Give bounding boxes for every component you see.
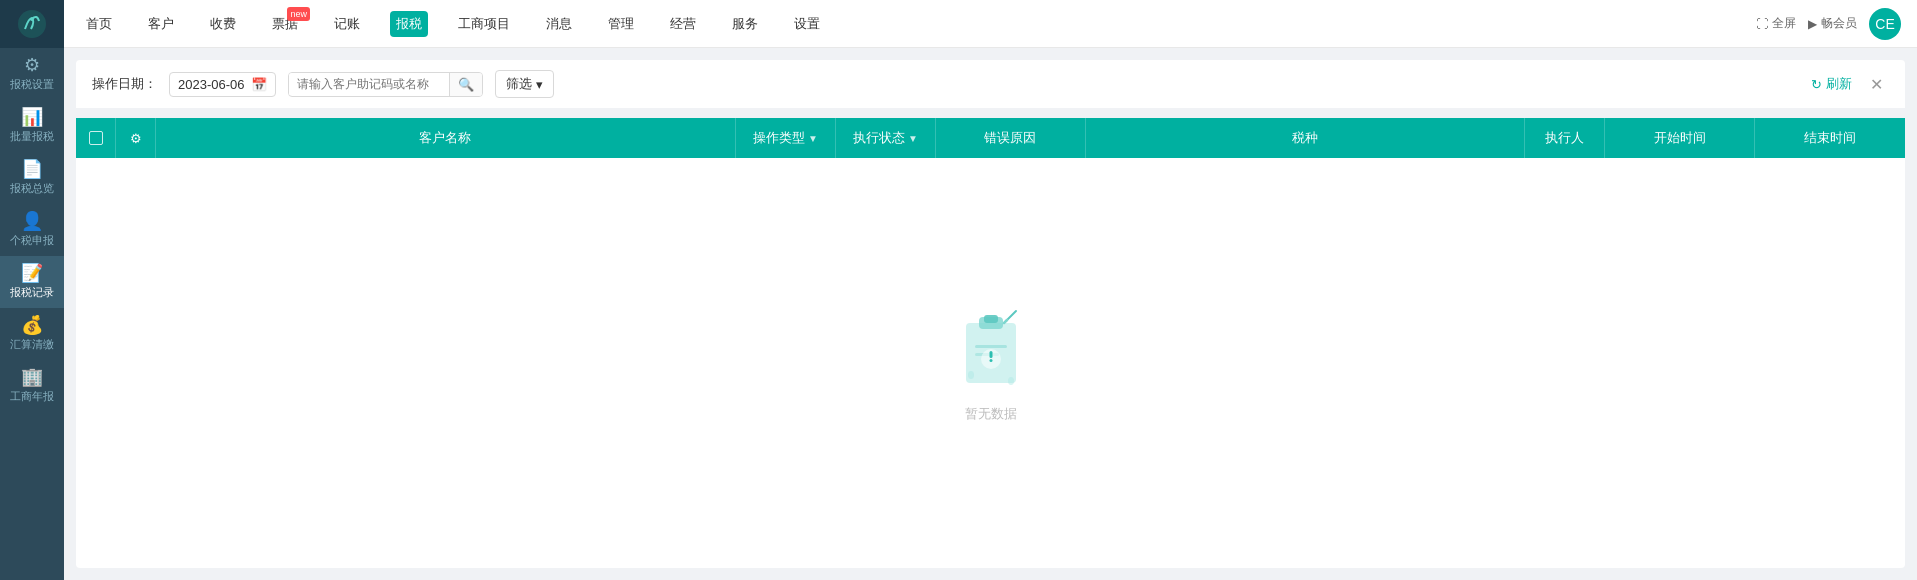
date-label: 操作日期： xyxy=(92,75,157,93)
content-area: 操作日期： 2023-06-06 📅 🔍 筛选 ▾ ↻ 刷新 ✕ xyxy=(64,48,1917,580)
nav-piaoju[interactable]: 票据 new xyxy=(266,11,304,37)
fullscreen-icon: ⛶ xyxy=(1756,17,1768,31)
svg-point-9 xyxy=(989,359,992,362)
nav-baoshui[interactable]: 报税 xyxy=(390,11,428,37)
th-error: 错误原因 xyxy=(936,118,1086,158)
type-sort-icon: ▼ xyxy=(808,133,818,144)
fullscreen-button[interactable]: ⛶ 全屏 xyxy=(1756,15,1796,32)
search-icon: 🔍 xyxy=(458,77,474,92)
svg-point-13 xyxy=(1008,377,1014,385)
th-status[interactable]: 执行状态 ▼ xyxy=(836,118,936,158)
vip-icon: ▶ xyxy=(1808,17,1817,31)
empty-state-text: 暂无数据 xyxy=(965,405,1017,423)
gongshang-nianbao-icon: 🏢 xyxy=(21,368,43,386)
table-header: ⚙ 客户名称 操作类型 ▼ 执行状态 ▼ 错误原因 税种 xyxy=(76,118,1905,158)
data-table: ⚙ 客户名称 操作类型 ▼ 执行状态 ▼ 错误原因 税种 xyxy=(76,118,1905,568)
svg-rect-5 xyxy=(975,345,1007,348)
search-box: 🔍 xyxy=(288,72,483,97)
svg-point-12 xyxy=(968,371,974,379)
nav-jingying[interactable]: 经营 xyxy=(664,11,702,37)
nav-home[interactable]: 首页 xyxy=(80,11,118,37)
sidebar-item-baoshui-jilu[interactable]: 📝 报税记录 xyxy=(0,256,64,308)
calendar-icon: 📅 xyxy=(251,77,267,92)
user-avatar[interactable]: CE xyxy=(1869,8,1901,40)
refresh-icon: ↻ xyxy=(1811,77,1822,92)
baoshui-zonglian-icon: 📄 xyxy=(21,160,43,178)
toolbar: 操作日期： 2023-06-06 📅 🔍 筛选 ▾ ↻ 刷新 ✕ xyxy=(76,60,1905,108)
baoshui-jilu-icon: 📝 xyxy=(21,264,43,282)
close-button[interactable]: ✕ xyxy=(1864,73,1889,96)
th-gear[interactable]: ⚙ xyxy=(116,118,156,158)
nav-fuwu[interactable]: 服务 xyxy=(726,11,764,37)
nav-items: 首页 客户 收费 票据 new 记账 报税 工商项目 消息 管理 经营 服务 设… xyxy=(80,11,1756,37)
top-nav: 首页 客户 收费 票据 new 记账 报税 工商项目 消息 管理 经营 服务 设… xyxy=(64,0,1917,48)
baoshui-shezhi-icon: ⚙ xyxy=(24,56,40,74)
th-executor: 执行人 xyxy=(1525,118,1605,158)
piaoju-badge: new xyxy=(287,7,310,22)
nav-xiaoxi[interactable]: 消息 xyxy=(540,11,578,37)
sidebar-item-baoshui-shezhi[interactable]: ⚙ 报税设置 xyxy=(0,48,64,100)
nav-jizhang[interactable]: 记账 xyxy=(328,11,366,37)
sidebar: ⚙ 报税设置 📊 批量报税 📄 报税总览 👤 个税申报 📝 报税记录 💰 汇算清… xyxy=(0,0,64,580)
th-name: 客户名称 xyxy=(156,118,736,158)
topnav-right: ⛶ 全屏 ▶ 畅会员 CE xyxy=(1756,8,1901,40)
piliang-baoshui-icon: 📊 xyxy=(21,108,43,126)
search-input[interactable] xyxy=(289,73,449,95)
svg-line-11 xyxy=(1004,320,1007,323)
sidebar-item-baoshui-zonglian[interactable]: 📄 报税总览 xyxy=(0,152,64,204)
select-all-checkbox[interactable] xyxy=(89,131,103,145)
sidebar-item-gesui-shenbao[interactable]: 👤 个税申报 xyxy=(0,204,64,256)
sidebar-item-huisuan-jiaona[interactable]: 💰 汇算清缴 xyxy=(0,308,64,360)
nav-customer[interactable]: 客户 xyxy=(142,11,180,37)
search-button[interactable]: 🔍 xyxy=(449,73,482,96)
date-picker[interactable]: 2023-06-06 📅 xyxy=(169,72,276,97)
sidebar-item-piliang-baoshui[interactable]: 📊 批量报税 xyxy=(0,100,64,152)
status-sort-icon: ▼ xyxy=(908,133,918,144)
filter-button[interactable]: 筛选 ▾ xyxy=(495,70,554,98)
svg-rect-4 xyxy=(984,315,998,323)
huisuan-jiaona-icon: 💰 xyxy=(21,316,43,334)
svg-point-1 xyxy=(30,17,34,21)
th-start: 开始时间 xyxy=(1605,118,1755,158)
main-content: 首页 客户 收费 票据 new 记账 报税 工商项目 消息 管理 经营 服务 设… xyxy=(64,0,1917,580)
sidebar-item-gongshang-nianbao[interactable]: 🏢 工商年报 xyxy=(0,360,64,412)
nav-shoufei[interactable]: 收费 xyxy=(204,11,242,37)
nav-shezhi[interactable]: 设置 xyxy=(788,11,826,37)
chevron-down-icon: ▾ xyxy=(536,77,543,92)
gesui-shenbao-icon: 👤 xyxy=(21,212,43,230)
refresh-button[interactable]: ↻ 刷新 xyxy=(1811,75,1852,93)
th-tax: 税种 xyxy=(1086,118,1525,158)
nav-guanli[interactable]: 管理 xyxy=(602,11,640,37)
nav-gongshang[interactable]: 工商项目 xyxy=(452,11,516,37)
th-checkbox[interactable] xyxy=(76,118,116,158)
vip-button[interactable]: ▶ 畅会员 xyxy=(1808,15,1857,32)
th-type[interactable]: 操作类型 ▼ xyxy=(736,118,836,158)
sidebar-logo xyxy=(0,0,64,48)
th-end: 结束时间 xyxy=(1755,118,1905,158)
table-body-empty: 暂无数据 xyxy=(76,158,1905,568)
gear-icon: ⚙ xyxy=(130,131,142,146)
empty-state-icon xyxy=(951,303,1031,393)
svg-rect-8 xyxy=(989,351,992,358)
